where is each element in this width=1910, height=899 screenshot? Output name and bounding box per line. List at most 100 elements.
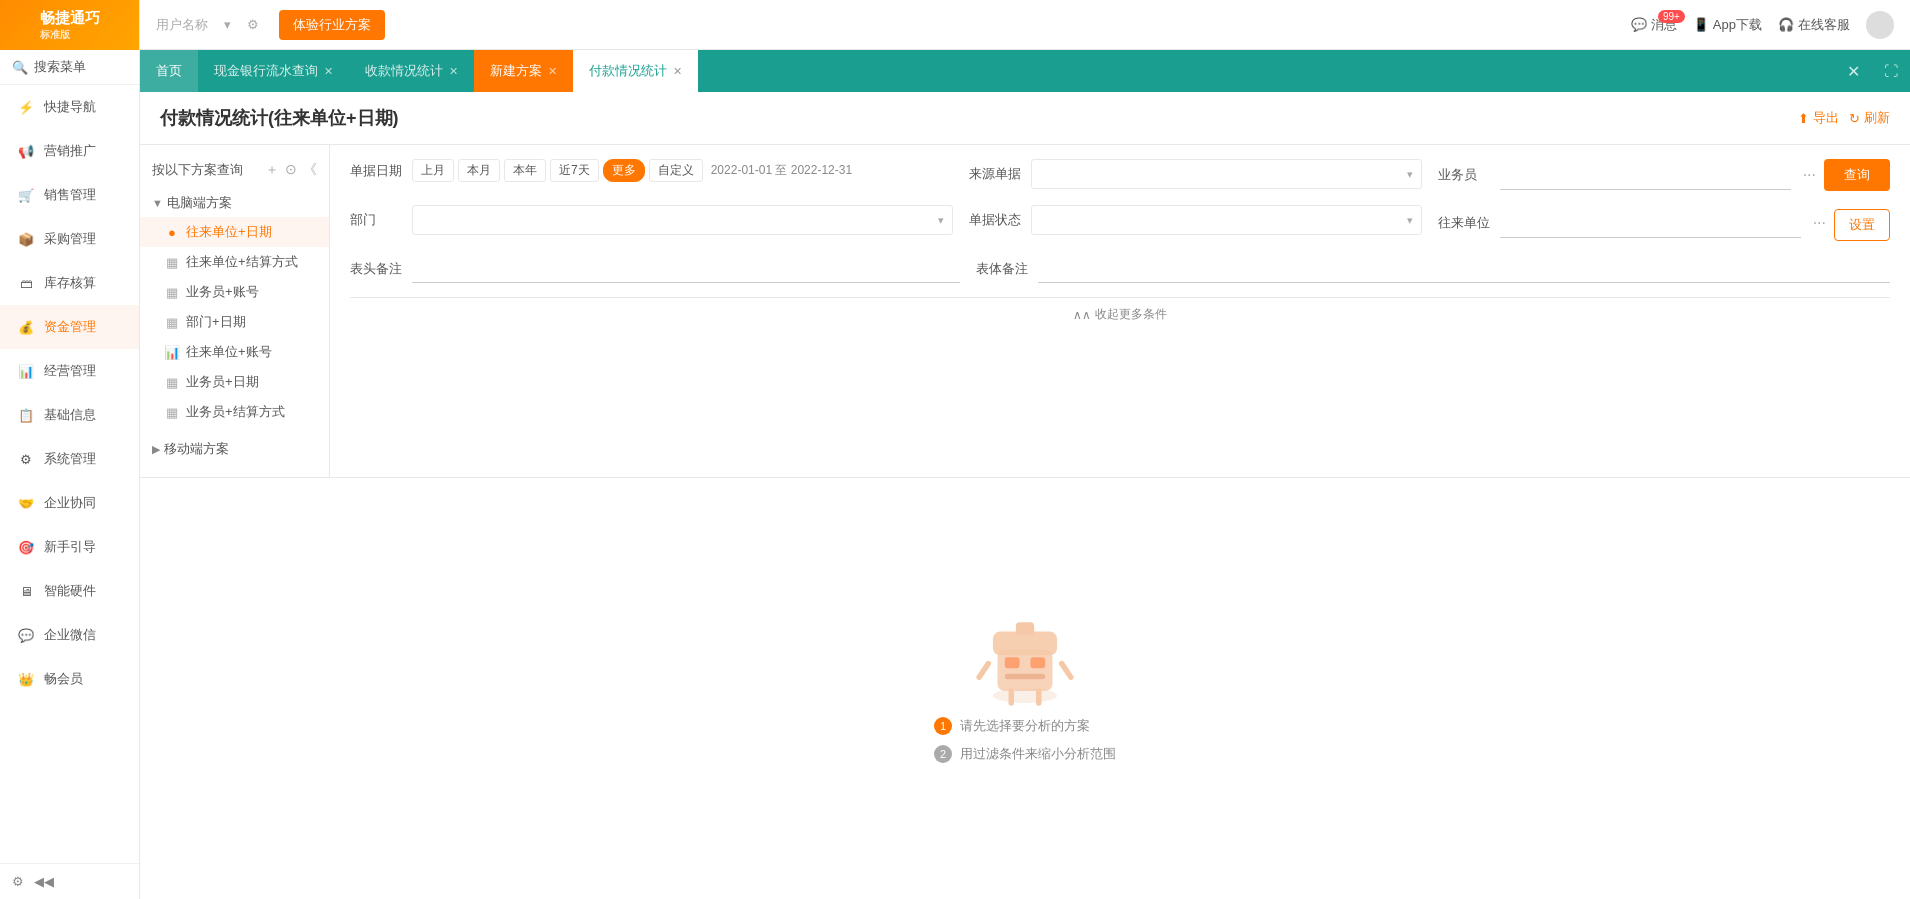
search-menu[interactable]: 🔍 搜索菜单 <box>0 50 139 85</box>
date-last-7days[interactable]: 近7天 <box>550 159 599 182</box>
date-custom-button[interactable]: 自定义 <box>649 159 703 182</box>
tab-bank[interactable]: 现金银行流水查询 ✕ <box>198 50 349 92</box>
partner-more-button[interactable]: ··· <box>1813 214 1826 232</box>
scheme-chart-icon: 📊 <box>164 344 180 360</box>
svg-rect-4 <box>1005 674 1045 680</box>
tab-receipt[interactable]: 收款情况统计 ✕ <box>349 50 474 92</box>
date-this-month[interactable]: 本月 <box>458 159 500 182</box>
scheme-panel-icons: ＋ ⊙ 《 <box>265 161 317 179</box>
tab-payment[interactable]: 付款情况统计 ✕ <box>573 50 698 92</box>
header-note-input[interactable] <box>412 255 960 283</box>
export-icon: ⬆ <box>1798 111 1809 126</box>
collapse-more-button[interactable]: ∧∧ 收起更多条件 <box>350 297 1890 331</box>
svg-rect-3 <box>1031 657 1046 668</box>
add-scheme-icon[interactable]: ＋ <box>265 161 279 179</box>
tab-new-scheme[interactable]: 新建方案 ✕ <box>474 50 573 92</box>
tab-home[interactable]: 首页 <box>140 50 198 92</box>
scheme-item-label: 往来单位+结算方式 <box>186 253 298 271</box>
message-button[interactable]: 💬 消息 99+ <box>1631 16 1677 34</box>
empty-hints: 1 请先选择要分析的方案 2 用过滤条件来缩小分析范围 <box>934 717 1116 773</box>
sidebar-item-purchase[interactable]: 📦 采购管理 <box>0 217 139 261</box>
trial-button[interactable]: 体验行业方案 <box>279 10 385 40</box>
app-download-button[interactable]: 📱 App下载 <box>1693 16 1762 34</box>
scheme-table-icon: ▦ <box>164 314 180 330</box>
filter-item-date: 单据日期 上月 本月 本年 近7天 更多 自定义 2022-01-01 至 20… <box>350 159 953 182</box>
partner-select[interactable] <box>1500 208 1801 238</box>
scheme-item-label: 部门+日期 <box>186 313 246 331</box>
date-this-year[interactable]: 本年 <box>504 159 546 182</box>
scheme-item-dept-date[interactable]: ▦ 部门+日期 <box>140 307 329 337</box>
sidebar-item-guide[interactable]: 🎯 新手引导 <box>0 525 139 569</box>
expand-tabs-button[interactable]: ⛶ <box>1872 63 1910 79</box>
sidebar-item-finance[interactable]: 💰 资金管理 <box>0 305 139 349</box>
sidebar-item-basic[interactable]: 📋 基础信息 <box>0 393 139 437</box>
body-note-input[interactable] <box>1038 255 1890 283</box>
sidebar-item-sales[interactable]: 🛒 销售管理 <box>0 173 139 217</box>
scheme-item-unit-account[interactable]: 📊 往来单位+账号 <box>140 337 329 367</box>
desktop-group-header[interactable]: ▼ 电脑端方案 <box>140 189 329 217</box>
scheme-item-staff-date[interactable]: ▦ 业务员+日期 <box>140 367 329 397</box>
tabs-right-actions: ✕ ⛶ <box>1835 62 1910 81</box>
body-note-label: 表体备注 <box>976 260 1030 278</box>
doc-status-select[interactable]: ▾ <box>1031 205 1421 235</box>
tab-receipt-close[interactable]: ✕ <box>449 65 458 78</box>
staff-select[interactable] <box>1500 160 1791 190</box>
hint-1-number: 1 <box>934 717 952 735</box>
user-avatar[interactable] <box>1866 11 1894 39</box>
sidebar-logo: 畅捷通巧 标准版 <box>0 0 139 50</box>
dept-arrow-icon: ▾ <box>938 214 944 227</box>
scheme-item-unit-settle[interactable]: ▦ 往来单位+结算方式 <box>140 247 329 277</box>
scheme-settings-icon[interactable]: ⊙ <box>285 161 297 179</box>
dept-select[interactable]: ▾ <box>412 205 953 235</box>
collapse-scheme-icon[interactable]: 《 <box>303 161 317 179</box>
empty-hint-2: 2 用过滤条件来缩小分析范围 <box>934 745 1116 763</box>
filter-item-dept: 部门 ▾ <box>350 205 953 235</box>
date-label: 单据日期 <box>350 162 404 180</box>
sidebar-item-wechat[interactable]: 💬 企业微信 <box>0 613 139 657</box>
sidebar-label: 智能硬件 <box>44 582 96 600</box>
export-button[interactable]: ⬆ 导出 <box>1798 109 1839 127</box>
staff-more-button[interactable]: ··· <box>1803 166 1816 184</box>
sidebar-label: 资金管理 <box>44 318 96 336</box>
date-last-month[interactable]: 上月 <box>412 159 454 182</box>
source-select[interactable]: ▾ <box>1031 159 1421 189</box>
sidebar-label: 采购管理 <box>44 230 96 248</box>
sidebar-gear-button[interactable]: ⚙ <box>12 874 24 889</box>
scheme-item-staff-settle[interactable]: ▦ 业务员+结算方式 <box>140 397 329 427</box>
sidebar-item-quick-nav[interactable]: ⚡ 快捷导航 <box>0 85 139 129</box>
dept-label: 部门 <box>350 211 404 229</box>
app-icon: 📱 <box>1693 17 1709 32</box>
sidebar-item-hardware[interactable]: 🖥 智能硬件 <box>0 569 139 613</box>
scheme-table-icon: ▦ <box>164 254 180 270</box>
sidebar-item-operation[interactable]: 📊 经营管理 <box>0 349 139 393</box>
service-label: 在线客服 <box>1798 16 1850 34</box>
online-service-button[interactable]: 🎧 在线客服 <box>1778 16 1850 34</box>
sidebar-item-enterprise[interactable]: 🤝 企业协同 <box>0 481 139 525</box>
hint-2-number: 2 <box>934 745 952 763</box>
scheme-panel: 按以下方案查询 ＋ ⊙ 《 ▼ 电脑端方案 ● 往来单位+日期 <box>140 145 330 477</box>
refresh-button[interactable]: ↻ 刷新 <box>1849 109 1890 127</box>
query-button[interactable]: 查询 <box>1824 159 1890 191</box>
topbar-settings-icon[interactable]: ⚙ <box>247 17 259 32</box>
tab-home-label: 首页 <box>156 62 182 80</box>
mobile-group-header[interactable]: ▶ 移动端方案 <box>140 435 329 463</box>
sidebar-item-marketing[interactable]: 📢 营销推广 <box>0 129 139 173</box>
tab-payment-close[interactable]: ✕ <box>673 65 682 78</box>
content-area: 付款情况统计(往来单位+日期) ⬆ 导出 ↻ 刷新 按以下方案查询 ＋ <box>140 92 1910 899</box>
sidebar-item-member[interactable]: 👑 畅会员 <box>0 657 139 701</box>
scheme-item-unit-date[interactable]: ● 往来单位+日期 <box>140 217 329 247</box>
sidebar-collapse-button[interactable]: ◀◀ <box>34 874 54 889</box>
desktop-arrow-icon: ▼ <box>152 197 163 209</box>
settings-button[interactable]: 设置 <box>1834 209 1890 241</box>
partner-label: 往来单位 <box>1438 214 1492 232</box>
refresh-icon: ↻ <box>1849 111 1860 126</box>
date-more-button[interactable]: 更多 <box>603 159 645 182</box>
tab-new-close[interactable]: ✕ <box>548 65 557 78</box>
topbar-dropdown-arrow[interactable]: ▾ <box>224 17 231 32</box>
scheme-item-staff-account[interactable]: ▦ 业务员+账号 <box>140 277 329 307</box>
sidebar-item-inventory[interactable]: 🗃 库存核算 <box>0 261 139 305</box>
close-all-tabs-button[interactable]: ✕ <box>1835 62 1872 81</box>
tab-bar: 首页 现金银行流水查询 ✕ 收款情况统计 ✕ 新建方案 ✕ 付款情况统计 ✕ ✕… <box>140 50 1910 92</box>
sidebar-item-system[interactable]: ⚙ 系统管理 <box>0 437 139 481</box>
tab-bank-close[interactable]: ✕ <box>324 65 333 78</box>
